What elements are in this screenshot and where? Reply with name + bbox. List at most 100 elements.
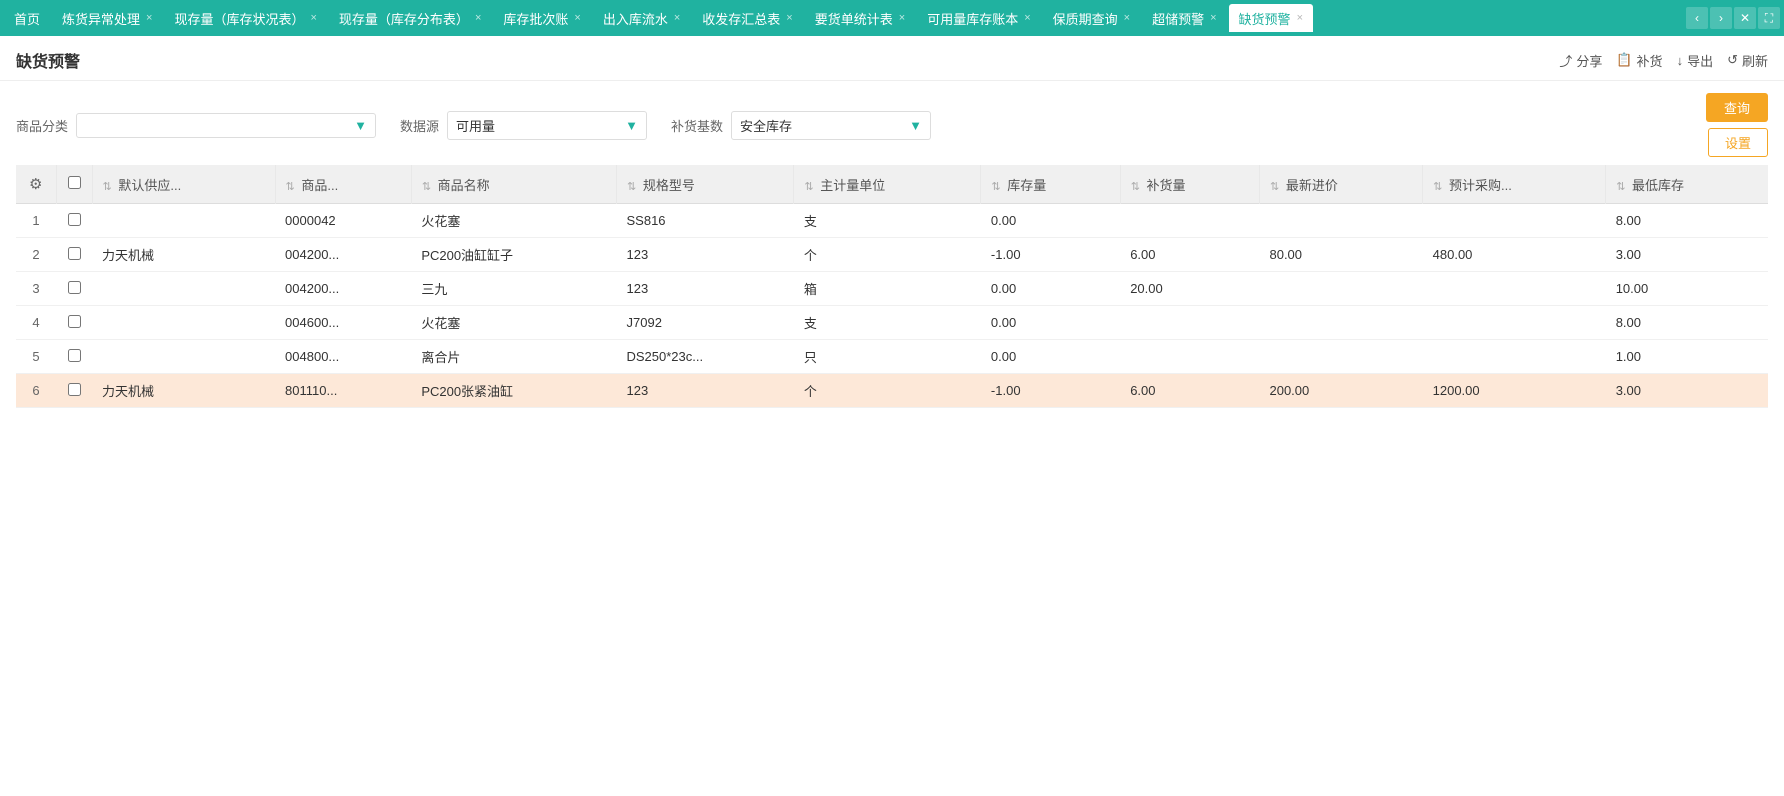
row-checkbox[interactable] [68, 247, 81, 260]
table-header-row: ⚙ ⇅ 默认供应... ⇅ 商品... ⇅ 商品名称 [16, 165, 1768, 204]
row-checkbox-cell[interactable] [56, 238, 92, 272]
table-row: 1 0000042 火花塞 SS816 支 0.00 8.00 [16, 204, 1768, 238]
main-content: 缺货预警 ⤴ 分享 📋 补货 ↓ 导出 ↺ 刷新 商品分类 [0, 36, 1784, 796]
header-actions: ⤴ 分享 📋 补货 ↓ 导出 ↺ 刷新 [1559, 51, 1768, 70]
row-min-stock: 1.00 [1606, 340, 1768, 374]
row-min-stock: 8.00 [1606, 204, 1768, 238]
replenish-button[interactable]: 📋 补货 [1616, 51, 1662, 70]
row-spec: SS816 [617, 204, 794, 238]
export-icon: ↓ [1677, 53, 1684, 68]
tab-收发存汇总表[interactable]: 收发存汇总表 × [692, 4, 802, 32]
category-filter: 商品分类 ▼ [16, 113, 376, 138]
table-row: 6 力天机械 801110... PC200张紧油缸 123 个 -1.00 6… [16, 374, 1768, 408]
th-min-stock[interactable]: ⇅ 最低库存 [1606, 165, 1768, 204]
tab-close-出入库[interactable]: × [674, 12, 680, 24]
row-checkbox-cell[interactable] [56, 204, 92, 238]
tab-炼货异常处理[interactable]: 炼货异常处理 × [52, 4, 162, 32]
row-checkbox[interactable] [68, 315, 81, 328]
table-row: 4 004600... 火花塞 J7092 支 0.00 8.00 [16, 306, 1768, 340]
tab-close-可用量[interactable]: × [1024, 12, 1030, 24]
tab-close-超储[interactable]: × [1210, 12, 1216, 24]
tab-close-炼货[interactable]: × [146, 12, 152, 24]
row-supplier [92, 204, 275, 238]
row-product-name: 火花塞 [411, 306, 616, 340]
tab-出入库流水[interactable]: 出入库流水 × [593, 4, 690, 32]
th-latest-price[interactable]: ⇅ 最新进价 [1259, 165, 1422, 204]
row-spec: 123 [617, 238, 794, 272]
th-supplier[interactable]: ⇅ 默认供应... [92, 165, 275, 204]
settings-button[interactable]: 设置 [1708, 128, 1768, 157]
row-num: 1 [16, 204, 56, 238]
tab-nav-btns: ‹ › ✕ ⛶ [1686, 7, 1780, 29]
th-stock[interactable]: ⇅ 库存量 [981, 165, 1120, 204]
th-checkbox[interactable] [56, 165, 92, 204]
row-num: 5 [16, 340, 56, 374]
tab-close-要货单[interactable]: × [899, 12, 905, 24]
row-product-code: 004200... [275, 272, 411, 306]
row-spec: J7092 [617, 306, 794, 340]
row-replenish: 20.00 [1120, 272, 1259, 306]
row-checkbox[interactable] [68, 281, 81, 294]
tab-缺货预警[interactable]: 缺货预警 × [1229, 4, 1313, 32]
tab-close-btn[interactable]: ✕ [1734, 7, 1756, 29]
tab-可用量库存账本[interactable]: 可用量库存账本 × [917, 4, 1040, 32]
th-product-code[interactable]: ⇅ 商品... [275, 165, 411, 204]
row-estimated-purchase [1423, 306, 1606, 340]
tab-close-现存量分布[interactable]: × [475, 12, 481, 24]
row-unit: 只 [794, 340, 981, 374]
th-settings[interactable]: ⚙ [16, 165, 56, 204]
column-settings-btn[interactable]: ⚙ [27, 173, 44, 195]
row-latest-price: 80.00 [1259, 238, 1422, 272]
row-estimated-purchase [1423, 340, 1606, 374]
row-latest-price [1259, 204, 1422, 238]
th-spec[interactable]: ⇅ 规格型号 [617, 165, 794, 204]
query-button[interactable]: 查询 [1706, 93, 1768, 122]
datasource-select[interactable]: 可用量 ▼ [447, 111, 647, 140]
datasource-arrow-icon: ▼ [625, 118, 638, 133]
select-all-checkbox[interactable] [68, 176, 81, 189]
th-replenish[interactable]: ⇅ 补货量 [1120, 165, 1259, 204]
tab-close-缺货[interactable]: × [1297, 12, 1303, 24]
tab-next-btn[interactable]: › [1710, 7, 1732, 29]
tab-超储预警[interactable]: 超储预警 × [1142, 4, 1226, 32]
th-estimated-purchase[interactable]: ⇅ 预计采购... [1423, 165, 1606, 204]
basis-label: 补货基数 [671, 116, 723, 135]
row-unit: 箱 [794, 272, 981, 306]
replenish-icon: 📋 [1616, 52, 1632, 68]
sort-code-icon: ⇅ [286, 181, 295, 193]
export-button[interactable]: ↓ 导出 [1677, 51, 1714, 70]
row-checkbox[interactable] [68, 349, 81, 362]
th-unit[interactable]: ⇅ 主计量单位 [794, 165, 981, 204]
tab-库存批次账[interactable]: 库存批次账 × [493, 4, 590, 32]
share-button[interactable]: ⤴ 分享 [1559, 51, 1602, 70]
row-checkbox[interactable] [68, 383, 81, 396]
row-min-stock: 3.00 [1606, 238, 1768, 272]
tab-close-现存量状况[interactable]: × [310, 12, 316, 24]
basis-value: 安全库存 [740, 116, 792, 135]
row-checkbox-cell[interactable] [56, 340, 92, 374]
tab-close-库存批次[interactable]: × [574, 12, 580, 24]
sort-name-icon: ⇅ [422, 181, 431, 193]
row-estimated-purchase: 1200.00 [1423, 374, 1606, 408]
tab-close-保质期[interactable]: × [1124, 12, 1130, 24]
table-row: 2 力天机械 004200... PC200油缸缸子 123 个 -1.00 6… [16, 238, 1768, 272]
th-product-name[interactable]: ⇅ 商品名称 [411, 165, 616, 204]
tab-要货单统计表[interactable]: 要货单统计表 × [805, 4, 915, 32]
tab-prev-btn[interactable]: ‹ [1686, 7, 1708, 29]
tab-fullscreen-btn[interactable]: ⛶ [1758, 7, 1780, 29]
row-checkbox-cell[interactable] [56, 306, 92, 340]
row-checkbox-cell[interactable] [56, 272, 92, 306]
basis-select[interactable]: 安全库存 ▼ [731, 111, 931, 140]
tab-现存量库存状况表[interactable]: 现存量（库存状况表） × [164, 4, 326, 32]
refresh-button[interactable]: ↺ 刷新 [1727, 51, 1768, 70]
tab-保质期查询[interactable]: 保质期查询 × [1043, 4, 1140, 32]
tab-close-收发存[interactable]: × [786, 12, 792, 24]
tab-首页[interactable]: 首页 [4, 4, 50, 32]
page-header: 缺货预警 ⤴ 分享 📋 补货 ↓ 导出 ↺ 刷新 [0, 36, 1784, 81]
row-supplier [92, 272, 275, 306]
row-latest-price [1259, 340, 1422, 374]
tab-现存量库存分布表[interactable]: 现存量（库存分布表） × [329, 4, 491, 32]
row-checkbox-cell[interactable] [56, 374, 92, 408]
row-checkbox[interactable] [68, 213, 81, 226]
category-select[interactable]: ▼ [76, 113, 376, 138]
